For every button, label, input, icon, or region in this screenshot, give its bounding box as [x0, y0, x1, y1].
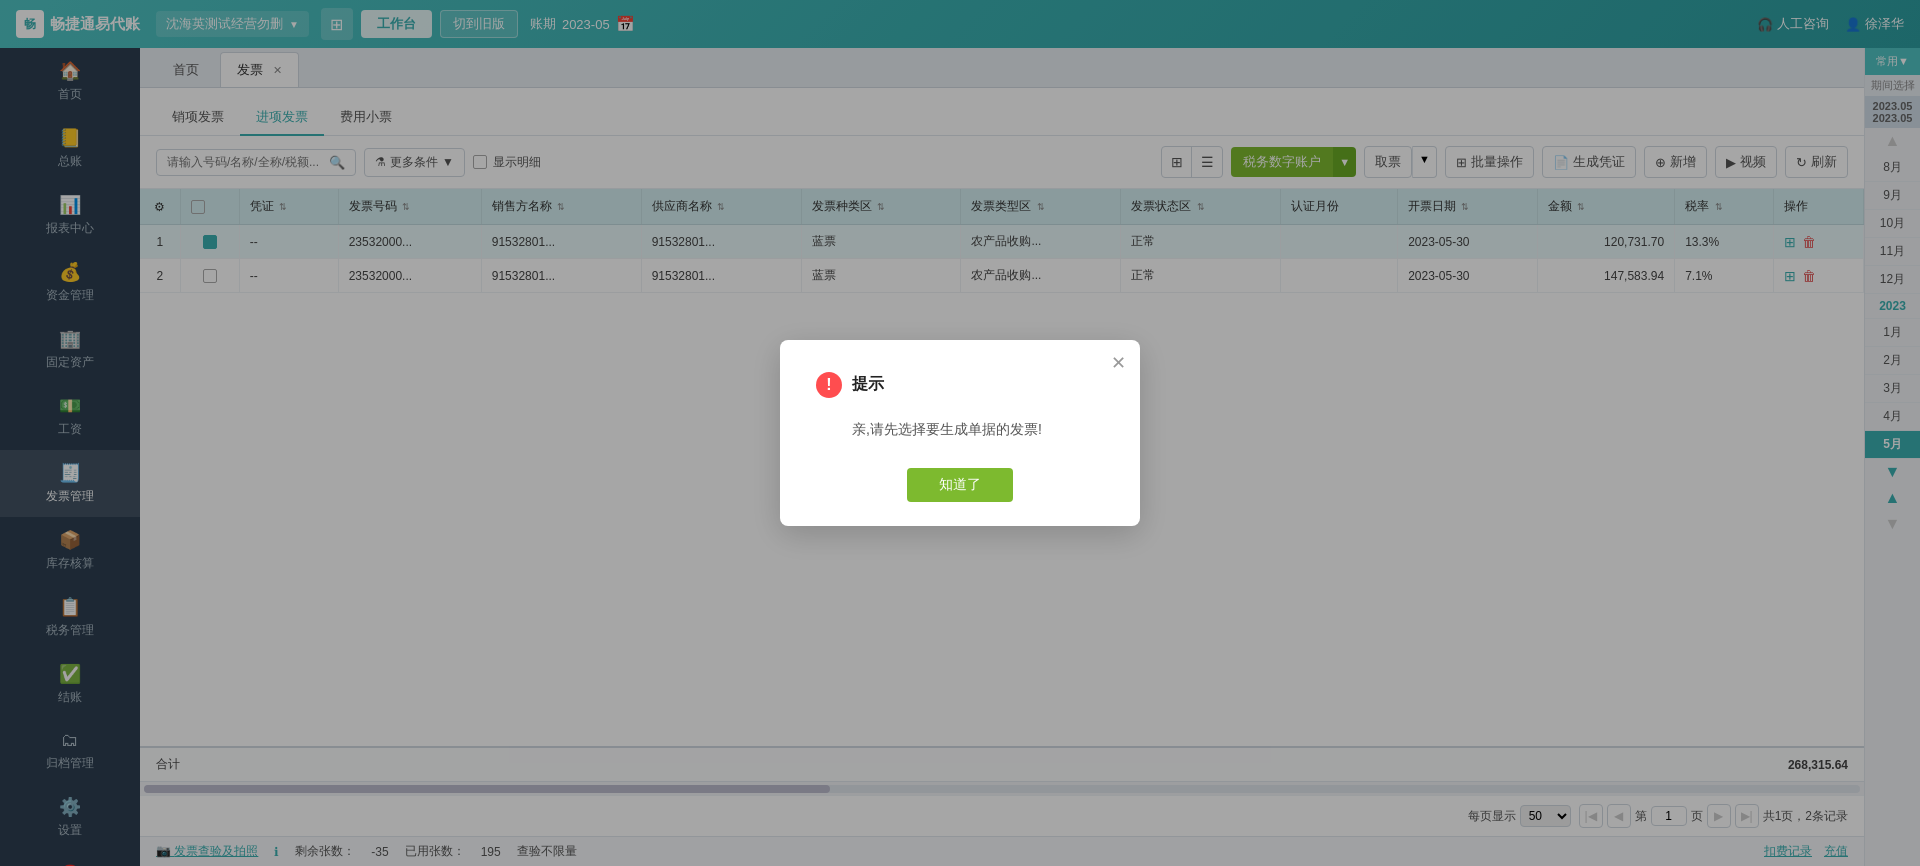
modal-title: 提示 [852, 374, 884, 395]
modal-title-row: ! 提示 [816, 372, 1104, 398]
modal-confirm-btn[interactable]: 知道了 [907, 468, 1013, 502]
modal-warning-icon: ! [816, 372, 842, 398]
modal-overlay: ✕ ! 提示 亲,请先选择要生成单据的发票! 知道了 [0, 0, 1920, 866]
modal-box: ✕ ! 提示 亲,请先选择要生成单据的发票! 知道了 [780, 340, 1140, 526]
modal-message: 亲,请先选择要生成单据的发票! [816, 418, 1104, 440]
modal-footer: 知道了 [816, 468, 1104, 502]
modal-close-btn[interactable]: ✕ [1111, 352, 1126, 374]
